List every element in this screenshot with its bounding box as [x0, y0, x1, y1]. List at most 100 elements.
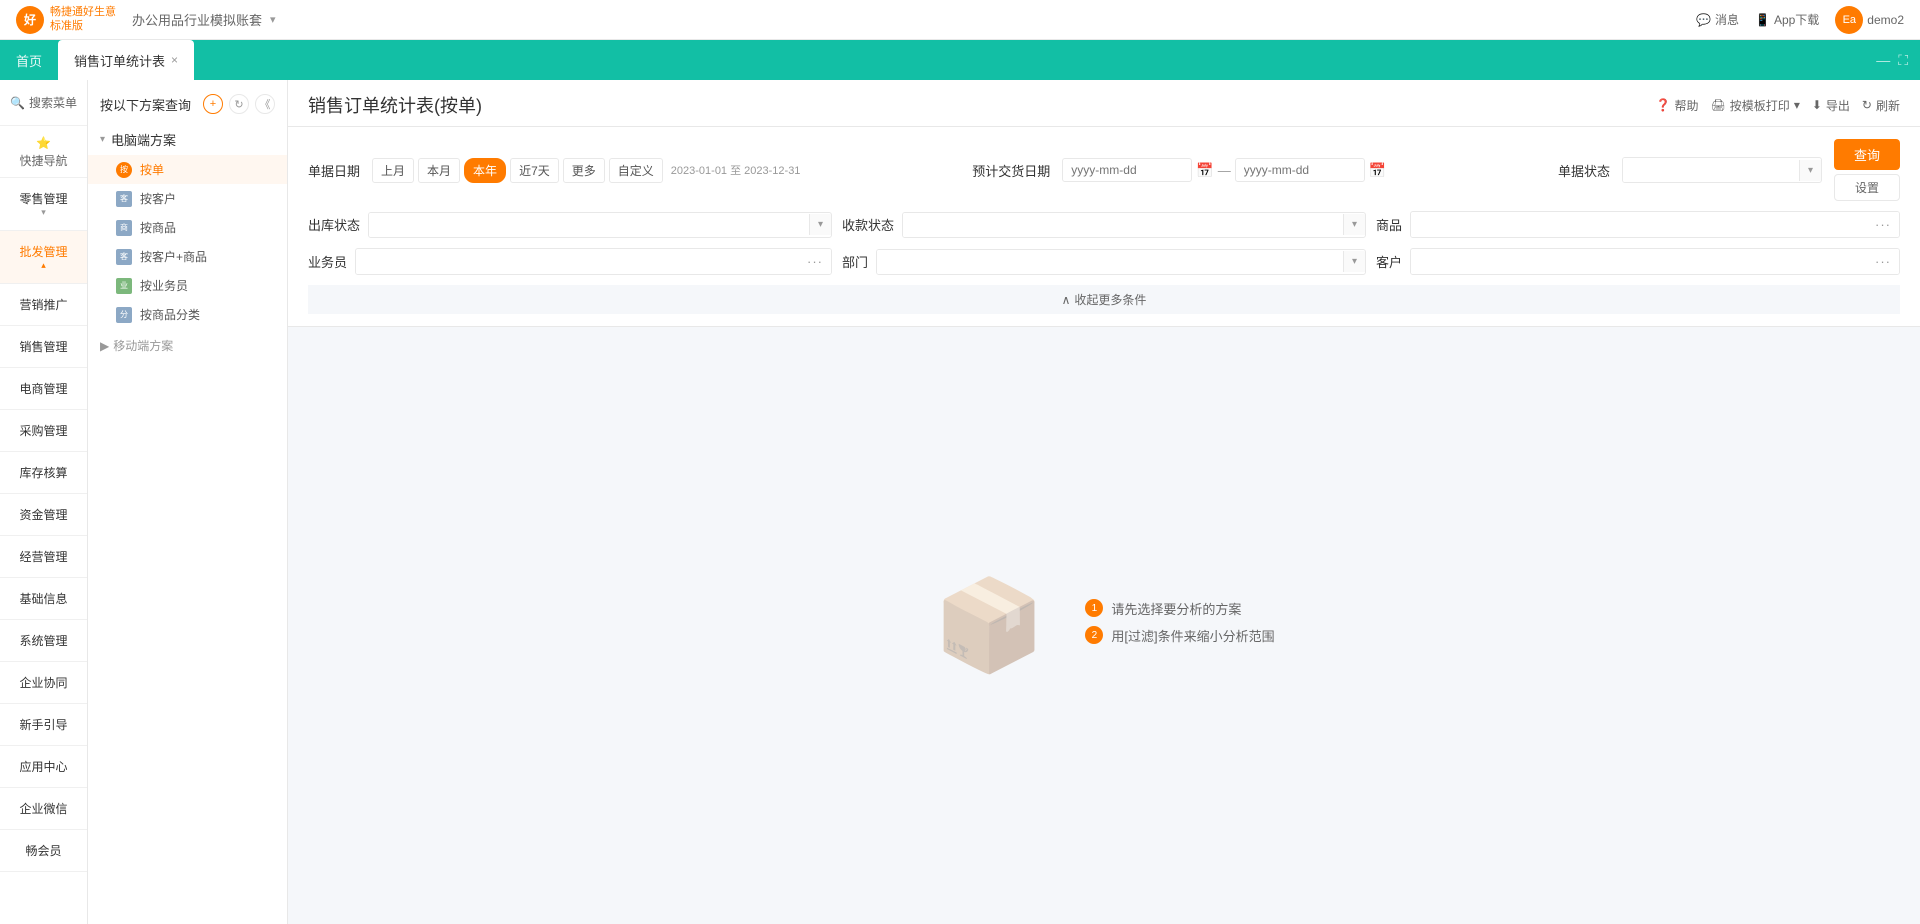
- department-arrow[interactable]: ▾: [1343, 251, 1365, 272]
- settings-button[interactable]: 设置: [1834, 174, 1900, 201]
- search-icon: 🔍: [10, 96, 25, 110]
- search-menu-button[interactable]: 🔍 搜索菜单: [8, 90, 79, 115]
- collapse-panel-btn[interactable]: 《: [255, 94, 275, 114]
- top-bar: 好 畅捷通好生意 标准版 办公用品行业模拟账套 ▾ 💬 消息 📱 App下载 E…: [0, 0, 1920, 40]
- salesperson-dots[interactable]: ···: [798, 249, 831, 274]
- message-action[interactable]: 💬 消息: [1696, 11, 1739, 28]
- scheme-by-customer-goods[interactable]: 客 按客户+商品: [88, 242, 287, 271]
- refresh-action[interactable]: ↻ 刷新: [1862, 97, 1900, 114]
- empty-tip-1: 1 请先选择要分析的方案: [1085, 599, 1274, 618]
- date-btn-this-year[interactable]: 本年: [464, 158, 506, 183]
- collapse-btn[interactable]: ∧ 收起更多条件: [1062, 291, 1147, 308]
- status-dropdown-icon[interactable]: ▾: [1799, 160, 1821, 181]
- add-scheme-btn[interactable]: +: [203, 94, 223, 114]
- out-status-label: 出库状态: [308, 215, 360, 234]
- query-button[interactable]: 查询: [1834, 139, 1900, 170]
- salesperson-input-area: ···: [355, 248, 832, 275]
- status-input[interactable]: [1623, 158, 1799, 182]
- print-dropdown-icon: ▾: [1794, 98, 1800, 112]
- scheme-bar-icon: 业: [116, 278, 132, 294]
- empty-tip-2: 2 用[过滤]条件来缩小分析范围: [1085, 626, 1274, 645]
- sidebar-item-inventory[interactable]: 库存核算: [0, 452, 87, 494]
- calendar-from-icon[interactable]: 📅: [1196, 162, 1213, 179]
- date-btn-custom[interactable]: 自定义: [609, 158, 663, 183]
- out-status-arrow[interactable]: ▾: [809, 214, 831, 235]
- scheme-by-goods[interactable]: 商 按商品: [88, 213, 287, 242]
- top-title: 办公用品行业模拟账套: [132, 10, 262, 29]
- department-input[interactable]: [877, 250, 1343, 274]
- sidebar-item-finance[interactable]: 资金管理: [0, 494, 87, 536]
- scheme-cg-icon: 客: [116, 249, 132, 265]
- scheme-by-customer[interactable]: 客 按客户: [88, 184, 287, 213]
- sidebar-item-basic[interactable]: 基础信息: [0, 578, 87, 620]
- template-print-action[interactable]: 🖨 按模板打印 ▾: [1711, 97, 1800, 114]
- date-buttons: 上月 本月 本年 近7天 更多 自定义 2023-01-01 至 2023-12…: [372, 158, 800, 183]
- filter-area: 单据日期 上月 本月 本年 近7天 更多 自定义 2023-01-01 至 20…: [288, 127, 1920, 327]
- goods-dots[interactable]: ···: [1866, 212, 1899, 237]
- tab-close-icon[interactable]: ×: [171, 53, 178, 67]
- scheme-by-order[interactable]: 按 按单: [88, 155, 287, 184]
- left-panel-actions: + ↻ 《: [203, 94, 275, 114]
- scheme-by-salesperson[interactable]: 业 按业务员: [88, 271, 287, 300]
- maximize-btn[interactable]: ⛶: [1898, 52, 1908, 69]
- department-wrap: ▾: [876, 249, 1366, 275]
- mobile-section-toggle[interactable]: ▶ 移动端方案: [88, 333, 287, 358]
- sidebar-item-sales[interactable]: 销售管理: [0, 326, 87, 368]
- date-btn-this-month[interactable]: 本月: [418, 158, 460, 183]
- sidebar-item-enterprise[interactable]: 企业协同: [0, 662, 87, 704]
- sidebar-item-marketing[interactable]: 营销推广: [0, 284, 87, 326]
- sidebar-item-wholesale[interactable]: 批发管理 ▴: [0, 231, 87, 284]
- sidebar-item-ecommerce[interactable]: 电商管理: [0, 368, 87, 410]
- sidebar-item-member[interactable]: 畅会员: [0, 830, 87, 872]
- export-action[interactable]: ⬇ 导出: [1812, 97, 1850, 114]
- pc-section-toggle[interactable]: ▾ 电脑端方案: [88, 124, 287, 155]
- window-controls: — ⛶: [1876, 52, 1920, 69]
- logo-icon: 好: [16, 6, 44, 34]
- top-bar-left: 好 畅捷通好生意 标准版 办公用品行业模拟账套 ▾: [16, 6, 276, 34]
- main-content: 销售订单统计表(按单) ❓ 帮助 🖨 按模板打印 ▾ ⬇ 导出: [288, 80, 1920, 924]
- top-dropdown-icon[interactable]: ▾: [270, 13, 276, 26]
- calendar-to-icon[interactable]: 📅: [1369, 162, 1386, 179]
- customer-dots[interactable]: ···: [1866, 249, 1899, 274]
- date-filter-row: 单据日期 上月 本月 本年 近7天 更多 自定义 2023-01-01 至 20…: [308, 139, 1900, 201]
- sidebar-item-wechat[interactable]: 企业微信: [0, 788, 87, 830]
- customer-input-area: ···: [1410, 248, 1900, 275]
- help-action[interactable]: ❓ 帮助: [1656, 97, 1699, 114]
- print-icon: 🖨: [1711, 98, 1726, 112]
- sidebar-item-system[interactable]: 系统管理: [0, 620, 87, 662]
- date-btn-7days[interactable]: 近7天: [510, 158, 559, 183]
- expected-date-from[interactable]: [1062, 158, 1192, 182]
- expected-date-to[interactable]: [1235, 158, 1365, 182]
- sidebar-item-operations[interactable]: 经营管理: [0, 536, 87, 578]
- date-btn-last-month[interactable]: 上月: [372, 158, 414, 183]
- user-action[interactable]: Ea demo2: [1835, 6, 1904, 34]
- salesperson-label: 业务员: [308, 252, 347, 271]
- goods-input[interactable]: [1411, 213, 1866, 237]
- empty-illustration: 📦: [933, 573, 1045, 678]
- left-panel-title: 按以下方案查询: [100, 95, 191, 114]
- collapse-row: ∧ 收起更多条件: [308, 285, 1900, 314]
- app-download-action[interactable]: 📱 App下载: [1755, 11, 1819, 28]
- sidebar-item-retail[interactable]: 零售管理 ▾: [0, 178, 87, 231]
- sidebar-item-newuser[interactable]: 新手引导: [0, 704, 87, 746]
- tab-home[interactable]: 首页: [0, 40, 58, 80]
- customer-input[interactable]: [1411, 250, 1866, 274]
- nav-tabs: 首页 销售订单统计表 × — ⛶: [0, 40, 1920, 80]
- date-btn-more[interactable]: 更多: [563, 158, 605, 183]
- out-status-input[interactable]: [369, 213, 809, 237]
- sidebar-item-purchase[interactable]: 采购管理: [0, 410, 87, 452]
- salesperson-input[interactable]: [356, 250, 798, 274]
- sidebar-item-appcenter[interactable]: 应用中心: [0, 746, 87, 788]
- payment-status-arrow[interactable]: ▾: [1343, 214, 1365, 235]
- search-section: 🔍 搜索菜单: [0, 80, 87, 126]
- sidebar: 🔍 搜索菜单 ⭐ 快捷导航 零售管理 ▾ 批发管理 ▴ 营销推广 销售管理 电商…: [0, 80, 88, 924]
- minimize-btn[interactable]: —: [1876, 52, 1890, 68]
- date-label: 单据日期: [308, 161, 360, 180]
- tab-current[interactable]: 销售订单统计表 ×: [58, 40, 194, 80]
- payment-status-input[interactable]: [903, 213, 1343, 237]
- scheme-by-category[interactable]: 分 按商品分类: [88, 300, 287, 329]
- quick-nav-btn[interactable]: ⭐ 快捷导航: [0, 126, 87, 178]
- customer-label: 客户: [1376, 252, 1402, 271]
- date-range-text: 2023-01-01 至 2023-12-31: [671, 162, 801, 178]
- refresh-scheme-btn[interactable]: ↻: [229, 94, 249, 114]
